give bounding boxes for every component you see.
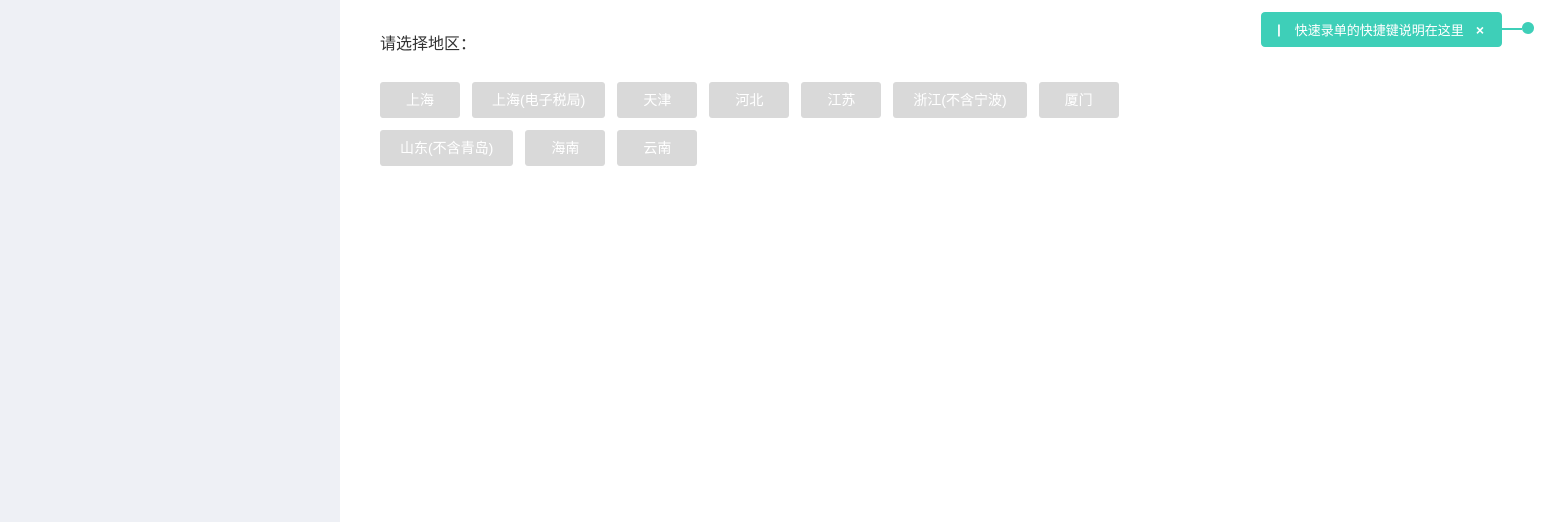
region-btn-hebei[interactable]: 河北 (709, 82, 789, 118)
sidebar (0, 0, 340, 522)
region-btn-jiangsu[interactable]: 江苏 (801, 82, 881, 118)
tooltip-close-button[interactable]: × (1474, 22, 1486, 38)
region-btn-hainan[interactable]: 海南 (525, 130, 605, 166)
tooltip-connector-dot (1522, 22, 1534, 34)
region-btn-yunnan[interactable]: 云南 (617, 130, 697, 166)
region-row-2: 山东(不含青岛) 海南 云南 (380, 130, 1522, 166)
region-row-1: 上海 上海(电子税局) 天津 河北 江苏 浙江(不含宁波) 厦门 (380, 82, 1522, 118)
region-btn-shandong[interactable]: 山东(不含青岛) (380, 130, 513, 166)
region-btn-tianjin[interactable]: 天津 (617, 82, 697, 118)
region-btn-shanghai[interactable]: 上海 (380, 82, 460, 118)
main-content: 请选择地区： 上海 上海(电子税局) 天津 河北 江苏 浙江(不含宁波) 厦门 … (340, 0, 1562, 522)
tooltip-connector-line (1502, 28, 1522, 30)
region-btn-shanghai-etax[interactable]: 上海(电子税局) (472, 82, 605, 118)
region-btn-zhejiang[interactable]: 浙江(不含宁波) (893, 82, 1026, 118)
region-btn-xiamen[interactable]: 厦门 (1039, 82, 1119, 118)
tooltip-banner: 快速录单的快捷键说明在这里 × (1261, 12, 1502, 47)
tooltip-text: 快速录单的快捷键说明在这里 (1295, 20, 1464, 39)
